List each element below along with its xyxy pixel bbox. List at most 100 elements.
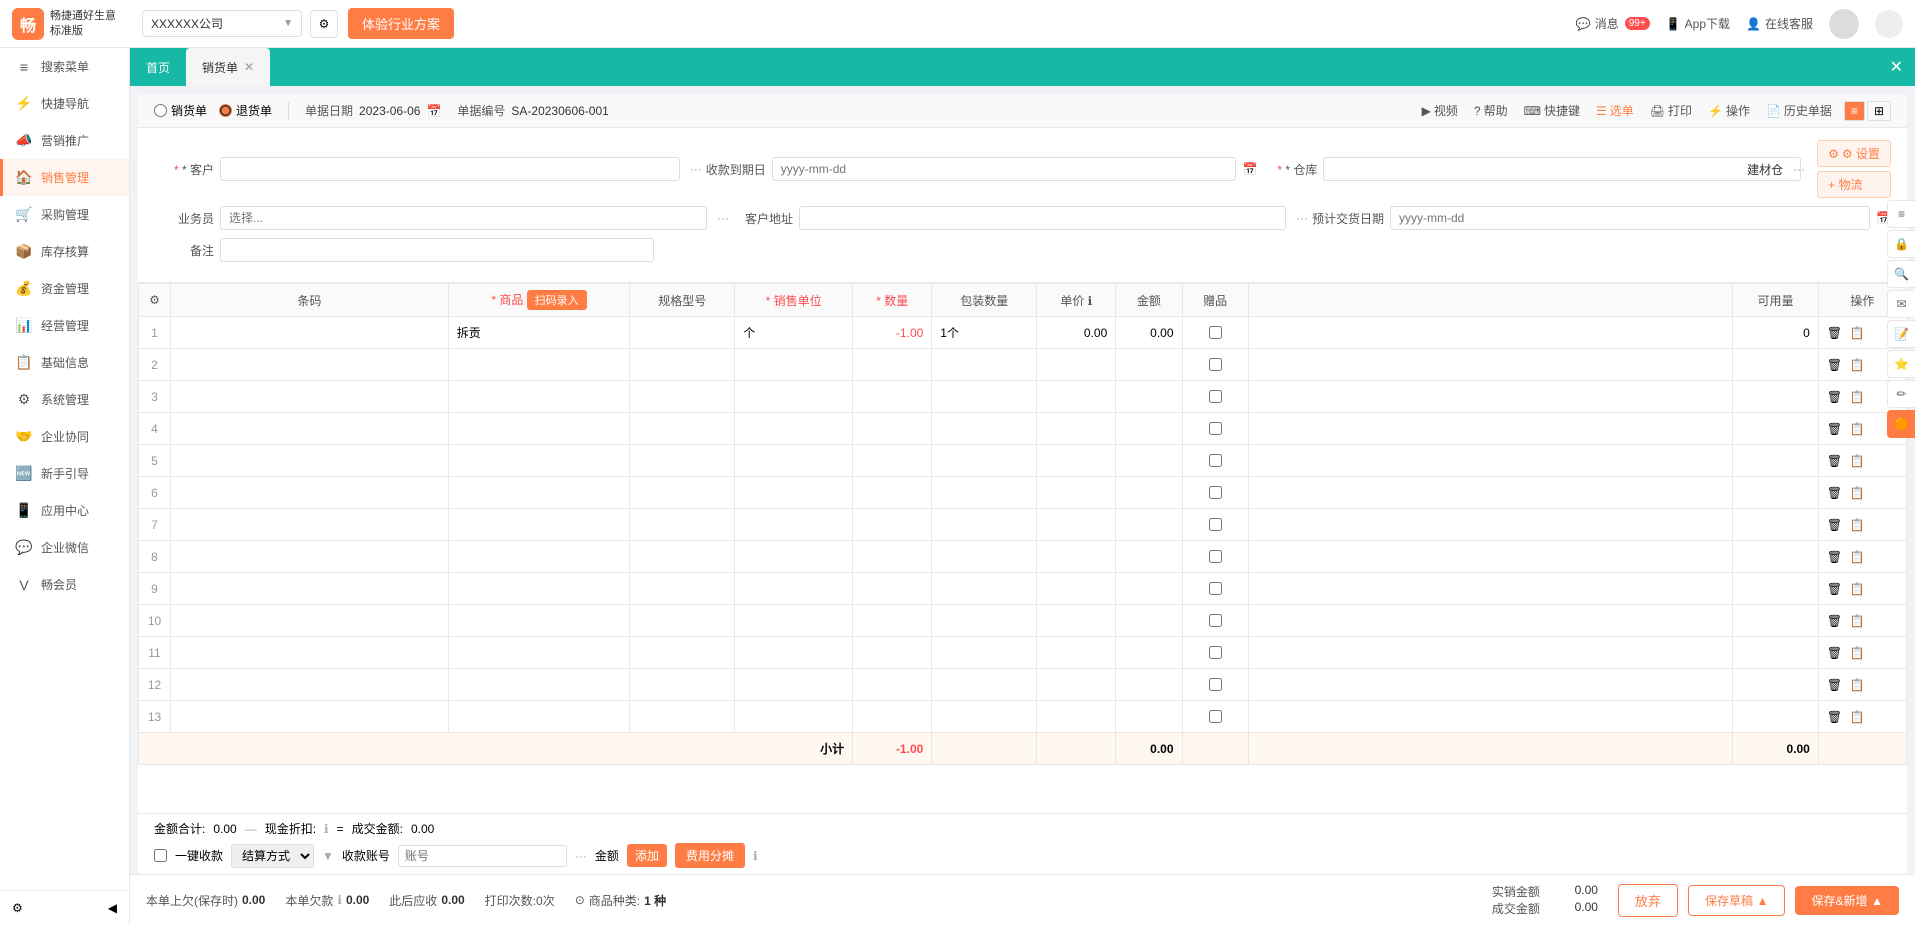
row-amount[interactable]: 0.00 xyxy=(1116,317,1182,349)
form-settings-button[interactable]: ⚙ ⚙ 设置 xyxy=(1817,140,1891,167)
row-gift[interactable] xyxy=(1182,349,1248,381)
row-product[interactable] xyxy=(448,413,629,445)
copy-icon[interactable]: 📋 xyxy=(1849,422,1864,436)
message-button[interactable]: 💬 消息 99+ xyxy=(1576,15,1650,32)
row-gift[interactable] xyxy=(1182,573,1248,605)
delete-icon[interactable]: 🗑 xyxy=(1827,646,1842,660)
row-barcode[interactable] xyxy=(171,573,449,605)
row-price[interactable] xyxy=(1037,413,1116,445)
row-product[interactable]: 拆贡 xyxy=(448,317,629,349)
row-spec[interactable] xyxy=(630,541,735,573)
delete-icon[interactable]: 🗑 xyxy=(1827,678,1842,692)
row-unit[interactable] xyxy=(735,349,853,381)
row-amount[interactable] xyxy=(1116,573,1182,605)
row-price[interactable] xyxy=(1037,445,1116,477)
row-product[interactable] xyxy=(448,669,629,701)
row-pack-qty[interactable] xyxy=(932,541,1037,573)
sidebar-item-vip[interactable]: V 畅会员 xyxy=(0,566,129,603)
float-btn-2[interactable]: 🔒 xyxy=(1887,230,1915,258)
row-product[interactable] xyxy=(448,445,629,477)
sidebar-item-quicknav[interactable]: ⚡ 快捷导航 xyxy=(0,85,129,122)
row-spec[interactable] xyxy=(630,669,735,701)
copy-icon[interactable]: 📋 xyxy=(1849,518,1864,532)
float-btn-1[interactable]: ≡ xyxy=(1887,200,1915,228)
delete-icon[interactable]: 🗑 xyxy=(1827,710,1842,724)
row-amount[interactable] xyxy=(1116,605,1182,637)
video-button[interactable]: ▶ 视频 xyxy=(1418,100,1462,121)
row-pack-qty[interactable] xyxy=(932,605,1037,637)
row-barcode[interactable] xyxy=(171,413,449,445)
row-spec[interactable] xyxy=(630,445,735,477)
float-btn-3[interactable]: 🔍 xyxy=(1887,260,1915,288)
row-barcode[interactable] xyxy=(171,669,449,701)
row-spec[interactable] xyxy=(630,317,735,349)
delete-icon[interactable]: 🗑 xyxy=(1827,550,1842,564)
shortcut-button[interactable]: ⌨ 快捷键 xyxy=(1520,100,1584,121)
row-unit[interactable] xyxy=(735,541,853,573)
row-gift[interactable] xyxy=(1182,509,1248,541)
view-list-button[interactable]: ≡ xyxy=(1844,101,1865,121)
row-pack-qty[interactable] xyxy=(932,573,1037,605)
delete-icon[interactable]: 🗑 xyxy=(1827,422,1842,436)
row-pack-qty[interactable] xyxy=(932,413,1037,445)
form-logistics-button[interactable]: + 物流 xyxy=(1817,171,1891,198)
row-unit[interactable]: 个 xyxy=(735,317,853,349)
online-service-button[interactable]: 👤 在线客服 xyxy=(1746,15,1813,32)
row-qty[interactable] xyxy=(853,701,932,733)
row-barcode[interactable] xyxy=(171,477,449,509)
copy-icon[interactable]: 📋 xyxy=(1849,486,1864,500)
row-pack-qty[interactable] xyxy=(932,381,1037,413)
row-gift[interactable] xyxy=(1182,605,1248,637)
row-product[interactable] xyxy=(448,637,629,669)
warehouse-input[interactable] xyxy=(1323,157,1801,181)
copy-icon[interactable]: 📋 xyxy=(1849,582,1864,596)
sidebar-collapse-icon[interactable]: ◀ xyxy=(108,901,117,915)
sidebar-item-inventory[interactable]: 📦 库存核算 xyxy=(0,233,129,270)
delete-icon[interactable]: 🗑 xyxy=(1827,358,1842,372)
row-qty[interactable] xyxy=(853,637,932,669)
salesperson-input[interactable] xyxy=(220,206,707,230)
row-qty[interactable] xyxy=(853,669,932,701)
row-barcode[interactable] xyxy=(171,381,449,413)
sidebar-item-appstore[interactable]: 📱 应用中心 xyxy=(0,492,129,529)
payment-expand-icon[interactable]: ▼ xyxy=(322,849,334,863)
row-amount[interactable] xyxy=(1116,541,1182,573)
expected-date-input[interactable] xyxy=(1390,206,1870,230)
float-btn-5[interactable]: 📝 xyxy=(1887,320,1915,348)
add-payment-button[interactable]: 添加 xyxy=(627,844,667,867)
due-date-calendar-icon[interactable]: 📅 xyxy=(1242,162,1257,176)
delete-icon[interactable]: 🗑 xyxy=(1827,454,1842,468)
settings-gear-button[interactable]: ⚙ xyxy=(310,10,338,38)
delete-icon[interactable]: 🗑 xyxy=(1827,614,1842,628)
row-product[interactable] xyxy=(448,541,629,573)
row-barcode[interactable] xyxy=(171,637,449,669)
row-barcode[interactable] xyxy=(171,349,449,381)
sidebar-item-operations[interactable]: 📊 经营管理 xyxy=(0,307,129,344)
sidebar-item-sales[interactable]: 🏠 销售管理 xyxy=(0,159,129,196)
one-key-payment-checkbox[interactable] xyxy=(154,849,167,862)
scan-button[interactable]: 扫码录入 xyxy=(527,290,587,310)
row-amount[interactable] xyxy=(1116,477,1182,509)
row-price[interactable] xyxy=(1037,477,1116,509)
row-product[interactable] xyxy=(448,477,629,509)
row-barcode[interactable] xyxy=(171,701,449,733)
row-barcode[interactable] xyxy=(171,317,449,349)
row-barcode[interactable] xyxy=(171,541,449,573)
row-qty[interactable] xyxy=(853,349,932,381)
row-price[interactable] xyxy=(1037,573,1116,605)
row-unit[interactable] xyxy=(735,381,853,413)
row-unit[interactable] xyxy=(735,637,853,669)
row-unit[interactable] xyxy=(735,509,853,541)
delete-icon[interactable]: 🗑 xyxy=(1827,326,1842,340)
salesperson-more-button[interactable]: ··· xyxy=(713,209,733,227)
company-selector[interactable]: XXXXXX公司 ▼ xyxy=(142,10,302,37)
row-price[interactable]: 0.00 xyxy=(1037,317,1116,349)
float-btn-7[interactable]: ✏ xyxy=(1887,380,1915,408)
avatar[interactable] xyxy=(1829,9,1859,39)
payment-method-select[interactable]: 结算方式 xyxy=(231,844,314,868)
customer-more-button[interactable]: ··· xyxy=(686,160,706,178)
due-date-input[interactable] xyxy=(772,157,1237,181)
row-amount[interactable] xyxy=(1116,381,1182,413)
warehouse-more-button[interactable]: ··· xyxy=(1789,160,1809,178)
float-btn-4[interactable]: ✉ xyxy=(1887,290,1915,318)
